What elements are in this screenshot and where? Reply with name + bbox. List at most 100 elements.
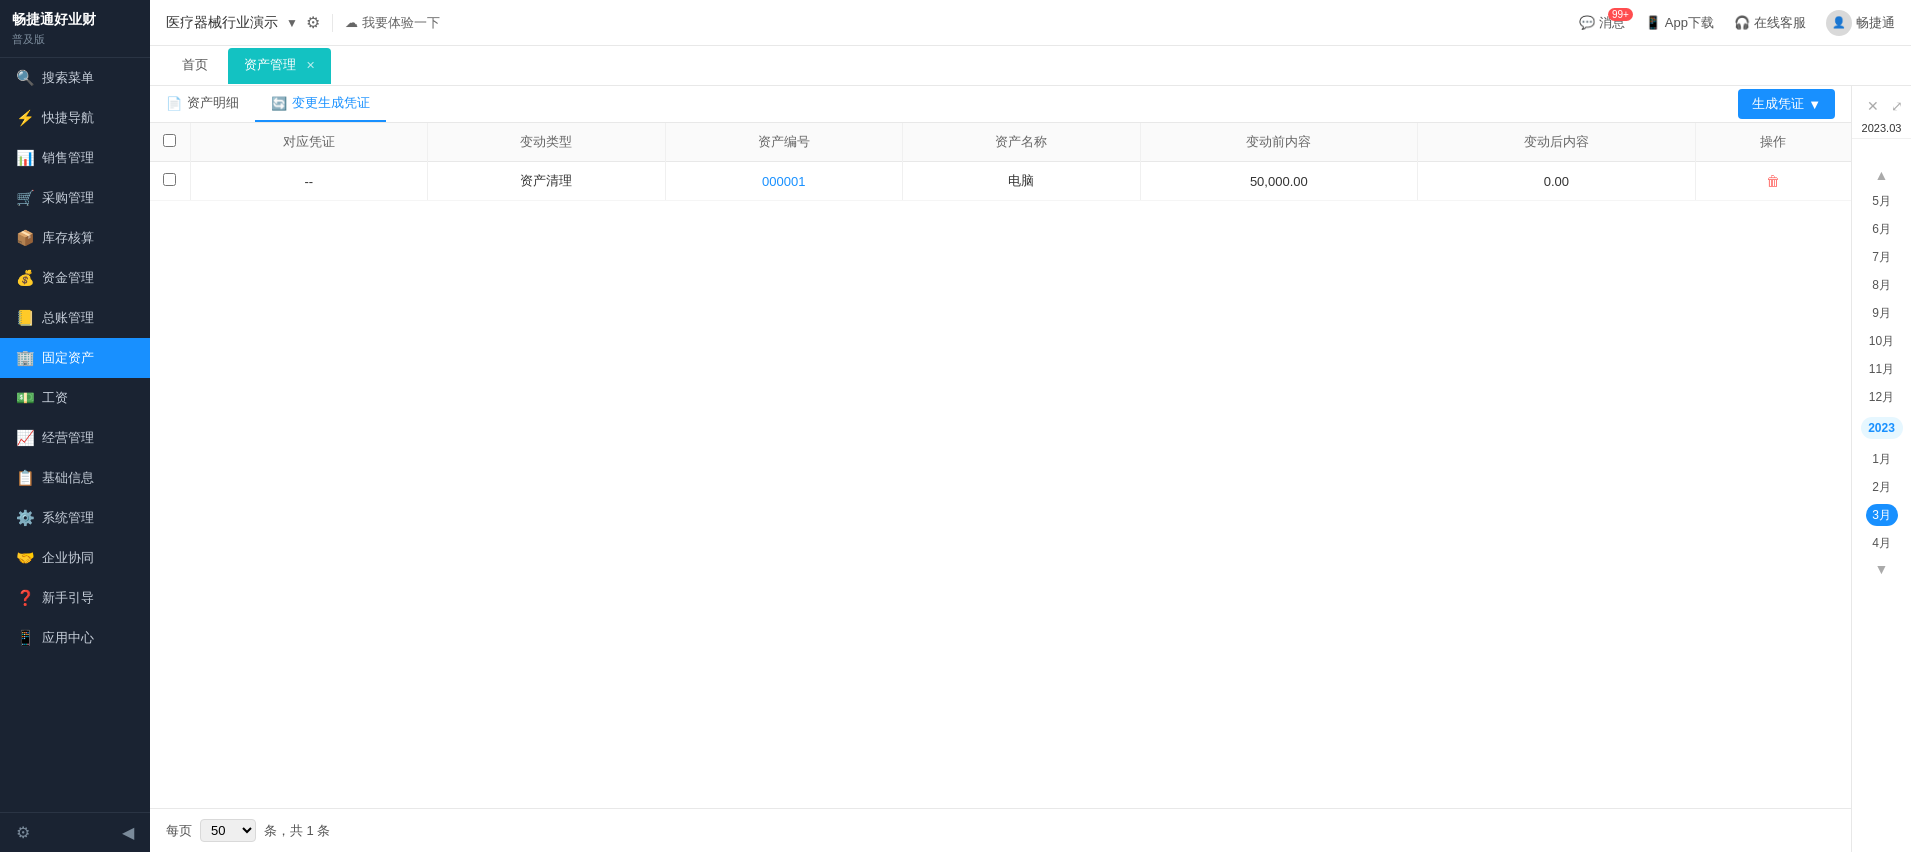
content-inner: 📄 资产明细 🔄 变更生成凭证 生成凭证 ▼	[150, 86, 1851, 852]
user-name: 畅捷通	[1856, 14, 1895, 32]
month-6-btn[interactable]: 6月	[1866, 218, 1898, 240]
sidebar-item-label-inventory: 库存核算	[42, 229, 94, 247]
per-page-label: 每页	[166, 822, 192, 840]
panel-down-btn[interactable]: ▼	[1871, 557, 1893, 581]
sidebar-item-funds[interactable]: 💰资金管理	[0, 258, 150, 298]
sidebar-item-label-payroll: 工资	[42, 389, 68, 407]
header-voucher: 对应凭证	[190, 123, 428, 162]
logo-title: 畅捷通好业财	[12, 10, 96, 30]
sidebar-item-label-system: 系统管理	[42, 509, 94, 527]
company-dropdown-icon[interactable]: ▼	[286, 16, 298, 30]
sidebar-nav: 🔍 搜索菜单 ⚡快捷导航📊销售管理🛒采购管理 📦 库存核算 💰资金管理📒总账管理🏢固定资产…	[0, 58, 150, 812]
message-btn[interactable]: 💬 消息 99+	[1579, 14, 1625, 32]
month-9-btn[interactable]: 9月	[1866, 302, 1898, 324]
nav-tabs: 首页 资产管理 ✕	[150, 46, 1911, 86]
header-after-change: 变动后内容	[1418, 123, 1696, 162]
month-11-btn[interactable]: 11月	[1866, 358, 1898, 380]
change-voucher-icon: 🔄	[271, 96, 287, 111]
sidebar-item-enterprise[interactable]: 🤝企业协同	[0, 538, 150, 578]
month-2023-3-btn[interactable]: 3月	[1866, 504, 1898, 526]
app-download-btn[interactable]: 📱 App下载	[1645, 14, 1714, 32]
online-service-btn[interactable]: 🎧 在线客服	[1734, 14, 1806, 32]
main-area: 医疗器械行业演示 ▼ ⚙ ☁ 我要体验一下 💬 消息 99+ 📱 App下载 🎧…	[150, 0, 1911, 852]
year-2023-btn[interactable]: 2023	[1861, 417, 1903, 439]
sidebar-item-fixed-assets[interactable]: 🏢固定资产	[0, 338, 150, 378]
collapse-icon[interactable]: ◀	[122, 823, 134, 842]
sidebar-item-label-basic-info: 基础信息	[42, 469, 94, 487]
app-center-icon: 📱	[16, 629, 34, 647]
month-11: 11月	[1852, 355, 1911, 383]
sidebar-item-app-center[interactable]: 📱应用中心	[0, 618, 150, 658]
table-row: -- 资产清理 000001 电脑 50,000.00 0.00 🗑	[150, 162, 1851, 201]
purchase-icon: 🛒	[16, 189, 34, 207]
tab-close-icon[interactable]: ✕	[306, 59, 315, 71]
sidebar-item-label-search: 搜索菜单	[42, 69, 94, 87]
delete-btn-0[interactable]: 🗑	[1766, 173, 1780, 189]
per-page-select[interactable]: 10 20 50 100	[200, 819, 256, 842]
month-7-btn[interactable]: 7月	[1866, 246, 1898, 268]
sidebar: 畅捷通好业财 普及版 🔍 搜索菜单 ⚡快捷导航📊销售管理🛒采购管理 📦 库存核算 💰资金管…	[0, 0, 150, 852]
header-checkbox-cell	[150, 123, 190, 162]
sidebar-item-purchase[interactable]: 🛒采购管理	[0, 178, 150, 218]
month-5: 5月	[1852, 187, 1911, 215]
panel-expand-btn[interactable]: ⤢	[1887, 94, 1907, 118]
content-area: 📄 资产明细 🔄 变更生成凭证 生成凭证 ▼	[150, 86, 1911, 852]
right-panel: ✕ ⤢ 2023.03 ▲ 5月 6月 7月 8月	[1851, 86, 1911, 852]
panel-up-btn[interactable]: ▲	[1871, 163, 1893, 187]
select-all-checkbox[interactable]	[163, 134, 176, 147]
month-10-btn[interactable]: 10月	[1866, 330, 1898, 352]
message-badge: 99+	[1608, 8, 1633, 21]
month-2023-2-btn[interactable]: 2月	[1866, 476, 1898, 498]
user-area[interactable]: 👤 畅捷通	[1826, 10, 1895, 36]
service-icon: 🎧	[1734, 15, 1750, 30]
sidebar-item-inventory[interactable]: 📦 库存核算	[0, 218, 150, 258]
month-9: 9月	[1852, 299, 1911, 327]
logo-subtitle: 普及版	[12, 32, 45, 47]
sub-tab-change-voucher[interactable]: 🔄 变更生成凭证	[255, 86, 386, 122]
sales-icon: 📊	[16, 149, 34, 167]
ledger-icon: 📒	[16, 309, 34, 327]
row-voucher-0: --	[190, 162, 428, 201]
sidebar-item-tutorial[interactable]: ❓新手引导	[0, 578, 150, 618]
tab-asset-mgmt[interactable]: 资产管理 ✕	[228, 48, 331, 84]
row-operation-0: 🗑	[1695, 162, 1851, 201]
month-12: 12月	[1852, 383, 1911, 411]
experience-btn[interactable]: ☁ 我要体验一下	[345, 14, 440, 32]
sub-tab-asset-detail[interactable]: 📄 资产明细	[150, 86, 255, 122]
sidebar-item-basic-info[interactable]: 📋基础信息	[0, 458, 150, 498]
generate-voucher-btn[interactable]: 生成凭证 ▼	[1738, 89, 1835, 119]
sidebar-item-system[interactable]: ⚙️ 系统管理	[0, 498, 150, 538]
topbar: 医疗器械行业演示 ▼ ⚙ ☁ 我要体验一下 💬 消息 99+ 📱 App下载 🎧…	[150, 0, 1911, 46]
sidebar-item-search[interactable]: 🔍 搜索菜单	[0, 58, 150, 98]
sidebar-logo: 畅捷通好业财 普及版	[0, 0, 150, 58]
row-checkbox-0[interactable]	[163, 173, 176, 186]
inventory-icon: 📦	[16, 229, 34, 247]
month-8-btn[interactable]: 8月	[1866, 274, 1898, 296]
month-5-btn[interactable]: 5月	[1866, 190, 1898, 212]
topbar-left: 医疗器械行业演示 ▼ ⚙ ☁ 我要体验一下	[166, 13, 440, 32]
tab-home[interactable]: 首页	[166, 48, 224, 84]
month-7: 7月	[1852, 243, 1911, 271]
month-2023-3: 3月	[1852, 501, 1911, 529]
table-body: -- 资产清理 000001 电脑 50,000.00 0.00 🗑	[150, 162, 1851, 201]
experience-label: 我要体验一下	[362, 14, 440, 32]
experience-icon: ☁	[345, 15, 358, 30]
month-2023-4-btn[interactable]: 4月	[1866, 532, 1898, 554]
sidebar-item-payroll[interactable]: 💵工资	[0, 378, 150, 418]
table-footer: 每页 10 20 50 100 条，共 1 条	[150, 808, 1851, 852]
search-icon: 🔍	[16, 69, 34, 87]
panel-header-btns: ✕ ⤢	[1852, 90, 1911, 120]
sidebar-item-operations[interactable]: 📈经营管理	[0, 418, 150, 458]
topbar-right: 💬 消息 99+ 📱 App下载 🎧 在线客服 👤 畅捷通	[1579, 10, 1895, 36]
online-service-label: 在线客服	[1754, 14, 1806, 32]
sidebar-item-ledger[interactable]: 📒总账管理	[0, 298, 150, 338]
month-12-btn[interactable]: 12月	[1866, 386, 1898, 408]
system-icon: ⚙️	[16, 509, 34, 527]
panel-close-btn[interactable]: ✕	[1863, 94, 1883, 118]
sidebar-item-sales[interactable]: 📊销售管理	[0, 138, 150, 178]
topbar-settings-icon[interactable]: ⚙	[306, 13, 320, 32]
dropdown-arrow-icon: ▼	[1808, 97, 1821, 112]
month-2023-1-btn[interactable]: 1月	[1866, 448, 1898, 470]
settings-icon[interactable]: ⚙	[16, 823, 30, 842]
sidebar-item-quick-nav[interactable]: ⚡快捷导航	[0, 98, 150, 138]
